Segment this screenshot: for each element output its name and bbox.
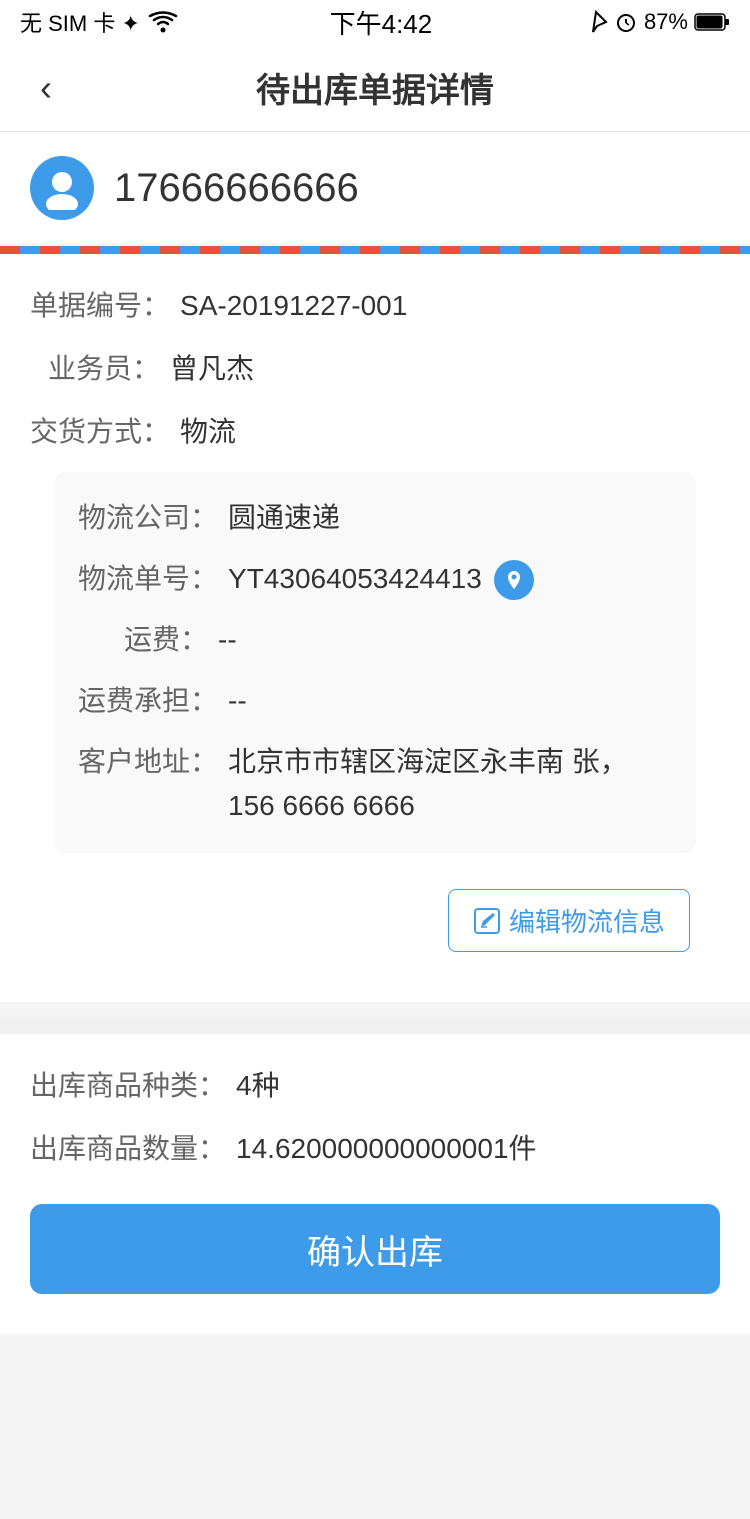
location-arrow-icon: [584, 10, 608, 34]
edit-icon: [473, 907, 501, 935]
doc-num-label: 单据编号：: [30, 284, 180, 329]
map-pin-icon[interactable]: [494, 560, 534, 600]
freight-bearer-label: 运费承担：: [78, 679, 228, 724]
customer-header: 17666666666: [0, 132, 750, 244]
logistics-company-value: 圆通速递: [228, 496, 672, 541]
doc-info-section: 单据编号： SA-20191227-001 业务员： 曾凡杰 交货方式： 物流 …: [0, 254, 750, 1002]
dashed-divider: [0, 246, 750, 254]
goods-quantity-value: 14.620000000000001件: [236, 1127, 720, 1172]
confirm-btn-label: 确认出库: [307, 1225, 443, 1274]
bottom-spacer: [0, 1339, 750, 1519]
address-label: 客户地址：: [78, 740, 228, 785]
sim-status: 无 SIM 卡 ✦: [20, 6, 140, 38]
section-divider: [0, 1018, 750, 1034]
edit-btn-label: 编辑物流信息: [509, 902, 665, 939]
address-value: 北京市市辖区海淀区永丰南 张，156 6666 6666: [228, 740, 672, 830]
delivery-method-row: 交货方式： 物流: [30, 410, 720, 455]
goods-quantity-label: 出库商品数量：: [30, 1127, 236, 1172]
tracking-num-row: 物流单号： YT43064053424413: [78, 557, 672, 602]
alarm-icon: [614, 10, 638, 34]
goods-quantity-row: 出库商品数量： 14.620000000000001件: [30, 1127, 720, 1172]
goods-types-row: 出库商品种类： 4种: [30, 1064, 720, 1109]
logistics-company-label: 物流公司：: [78, 496, 228, 541]
status-time: 下午4:42: [330, 4, 433, 41]
wifi-icon: [148, 11, 178, 33]
freight-bearer-row: 运费承担： --: [78, 679, 672, 724]
freight-bearer-value: --: [228, 679, 672, 724]
sales-person-row: 业务员： 曾凡杰: [30, 347, 720, 392]
sales-person-label: 业务员：: [30, 347, 170, 392]
status-bar: 无 SIM 卡 ✦ 下午4:42 87%: [0, 0, 750, 44]
battery-icon: [694, 12, 730, 32]
logistics-card: 物流公司： 圆通速递 物流单号： YT43064053424413 运费： --…: [54, 472, 696, 853]
freight-row: 运费： --: [78, 618, 672, 663]
battery-percent: 87%: [644, 9, 688, 35]
page-title: 待出库单据详情: [256, 63, 494, 112]
delivery-method-value: 物流: [180, 410, 720, 455]
goods-types-label: 出库商品种类：: [30, 1064, 236, 1109]
person-icon: [40, 166, 84, 210]
status-right: 87%: [584, 9, 730, 35]
delivery-method-label: 交货方式：: [30, 410, 180, 455]
status-left: 无 SIM 卡 ✦: [20, 6, 178, 38]
edit-btn-row: 编辑物流信息: [30, 869, 720, 972]
address-row: 客户地址： 北京市市辖区海淀区永丰南 张，156 6666 6666: [78, 740, 672, 830]
confirm-btn-wrapper: 确认出库: [0, 1184, 750, 1334]
customer-phone: 17666666666: [114, 166, 359, 211]
doc-num-row: 单据编号： SA-20191227-001: [30, 284, 720, 329]
doc-num-value: SA-20191227-001: [180, 284, 720, 329]
tracking-num-label: 物流单号：: [78, 557, 228, 602]
freight-value: --: [218, 618, 672, 663]
edit-logistics-button[interactable]: 编辑物流信息: [448, 889, 690, 952]
logistics-company-row: 物流公司： 圆通速递: [78, 496, 672, 541]
confirm-outbound-button[interactable]: 确认出库: [30, 1204, 720, 1294]
freight-label: 运费：: [78, 618, 218, 663]
tracking-num-value: YT43064053424413: [228, 557, 672, 602]
sales-person-value: 曾凡杰: [170, 347, 720, 392]
back-button[interactable]: ‹: [30, 57, 62, 119]
tracking-num-text: YT43064053424413: [228, 557, 482, 602]
goods-types-value: 4种: [236, 1064, 720, 1109]
nav-bar: ‹ 待出库单据详情: [0, 44, 750, 132]
avatar: [30, 156, 94, 220]
